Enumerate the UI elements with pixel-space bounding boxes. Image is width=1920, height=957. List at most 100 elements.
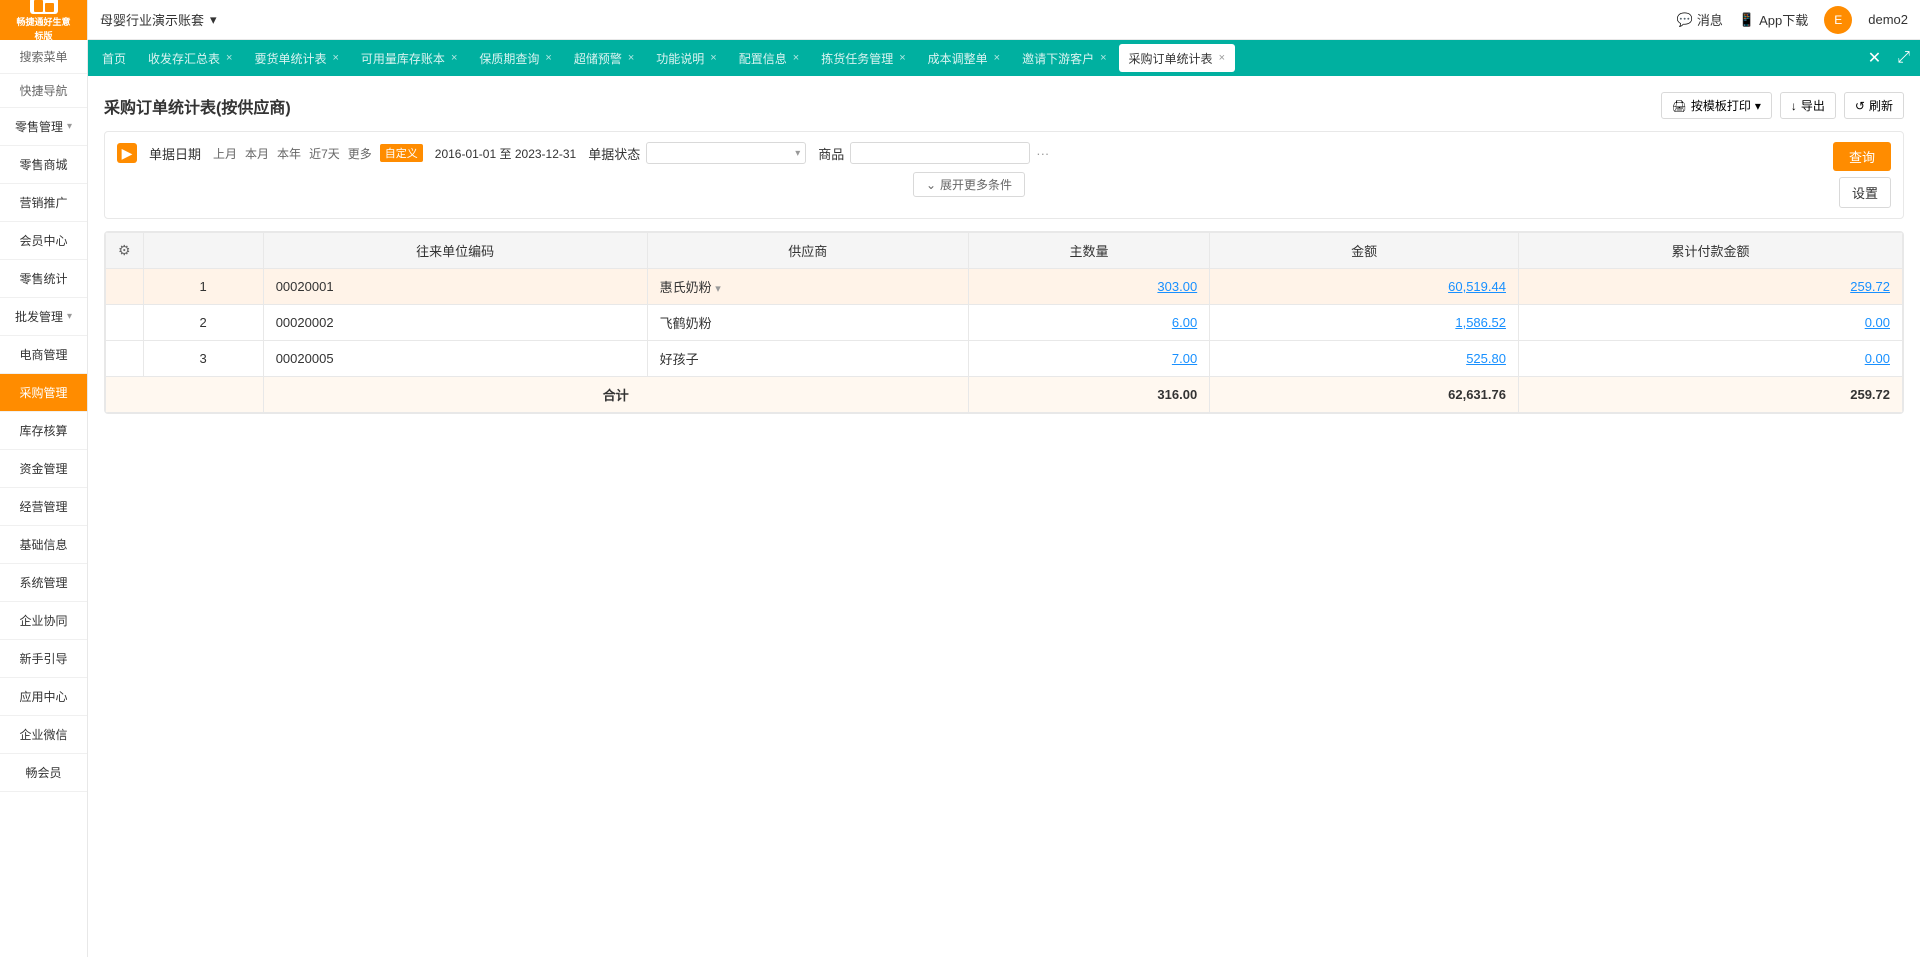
- sidebar-item-operations[interactable]: 经营管理: [0, 488, 87, 526]
- sidebar-quick-nav[interactable]: 快捷导航: [0, 74, 87, 108]
- footer-label: 合计: [263, 377, 968, 413]
- status-filter-field: 单据状态 ▾: [588, 142, 806, 164]
- sidebar-item-wholesale-mgmt[interactable]: 批发管理 ▾: [0, 298, 87, 336]
- tab-close-icon[interactable]: ×: [710, 52, 716, 64]
- sidebar-search[interactable]: 搜索菜单: [0, 40, 87, 74]
- tab-function-desc[interactable]: 功能说明 ×: [646, 44, 726, 72]
- expand-conditions-button[interactable]: ⌄ 展开更多条件: [913, 172, 1025, 197]
- sidebar-item-label: 新手引导: [19, 650, 67, 667]
- tab-config-info[interactable]: 配置信息 ×: [729, 44, 809, 72]
- tab-close-icon[interactable]: ×: [994, 52, 1000, 64]
- shortcut-more[interactable]: 更多: [348, 145, 372, 162]
- refresh-button[interactable]: ↺ 刷新: [1844, 92, 1904, 119]
- tab-close-icon[interactable]: ×: [1219, 52, 1225, 64]
- tab-shelf-life[interactable]: 保质期查询 ×: [469, 44, 561, 72]
- app-download-button[interactable]: 📱 App下载: [1739, 10, 1808, 29]
- refresh-label: 刷新: [1869, 97, 1893, 114]
- user-avatar[interactable]: E: [1824, 6, 1852, 34]
- status-select[interactable]: [646, 142, 806, 164]
- row-amount: 60,519.44: [1210, 269, 1519, 305]
- goods-input[interactable]: [850, 142, 1030, 164]
- tab-close-icon[interactable]: ×: [226, 52, 232, 64]
- filter-toggle-button[interactable]: ▶: [117, 143, 137, 163]
- sidebar-item-retail-shop[interactable]: 零售商城: [0, 146, 87, 184]
- data-table-wrap: ⚙ 往来单位编码 供应商 主数量 金额 累计付款金额 1 000200: [104, 231, 1904, 414]
- tab-usable-inventory[interactable]: 可用量库存账本 ×: [351, 44, 467, 72]
- message-button[interactable]: 💬 消息: [1677, 10, 1723, 29]
- tab-close-icon[interactable]: ×: [628, 52, 634, 64]
- sidebar-item-ecommerce[interactable]: 电商管理: [0, 336, 87, 374]
- sidebar-item-label: 批发管理: [15, 308, 63, 325]
- sidebar-item-newbie-guide[interactable]: 新手引导: [0, 640, 87, 678]
- tab-close-icon[interactable]: ×: [545, 52, 551, 64]
- tab-close-icon[interactable]: ×: [451, 52, 457, 64]
- shortcut-7days[interactable]: 近7天: [309, 145, 340, 162]
- tab-label: 可用量库存账本: [361, 50, 445, 67]
- custom-badge: 自定义: [380, 144, 423, 162]
- tab-close-icon[interactable]: ×: [793, 52, 799, 64]
- row-gear-cell: [106, 305, 144, 341]
- tab-invite-downstream[interactable]: 邀请下游客户 ×: [1012, 44, 1116, 72]
- tab-pick-task[interactable]: 拣货任务管理 ×: [811, 44, 915, 72]
- tab-label: 首页: [102, 50, 126, 67]
- user-name[interactable]: demo2: [1868, 12, 1908, 27]
- tab-order-stats[interactable]: 要货单统计表 ×: [244, 44, 348, 72]
- sidebar-item-label: 营销推广: [19, 194, 67, 211]
- main-area: 母婴行业演示账套 ▾ 💬 消息 📱 App下载 E demo2 首页 收发存汇总…: [88, 0, 1920, 957]
- row-unit-code: 00020001: [263, 269, 647, 305]
- sidebar-item-purchase-mgmt[interactable]: 采购管理: [0, 374, 87, 412]
- col-paid-header: 累计付款金额: [1518, 233, 1902, 269]
- sidebar-item-marketing[interactable]: 营销推广: [0, 184, 87, 222]
- sidebar-item-enterprise-collab[interactable]: 企业协同: [0, 602, 87, 640]
- row-supplier: 惠氏奶粉 ▾: [647, 269, 968, 305]
- table-row[interactable]: 1 00020001 惠氏奶粉 ▾ 303.00 60,519.44 259.7…: [106, 269, 1903, 305]
- query-button[interactable]: 查询: [1833, 142, 1891, 171]
- shortcut-this-year[interactable]: 本年: [277, 145, 301, 162]
- col-qty-header: 主数量: [968, 233, 1209, 269]
- tab-label: 采购订单统计表: [1129, 50, 1213, 67]
- tab-expand-button[interactable]: ⤢: [1891, 46, 1916, 70]
- tab-label: 邀请下游客户: [1022, 50, 1094, 67]
- tab-close-icon[interactable]: ×: [1100, 52, 1106, 64]
- tab-receive-send-summary[interactable]: 收发存汇总表 ×: [138, 44, 242, 72]
- table-row[interactable]: 2 00020002 飞鹤奶粉 6.00 1,586.52 0.00: [106, 305, 1903, 341]
- tab-overstock[interactable]: 超储预警 ×: [564, 44, 644, 72]
- sidebar-item-label: 应用中心: [19, 688, 67, 705]
- sidebar-item-label: 零售管理: [15, 118, 63, 135]
- tab-label: 收发存汇总表: [148, 50, 220, 67]
- col-gear: ⚙: [106, 233, 144, 269]
- tab-purchase-order-stats[interactable]: 采购订单统计表 ×: [1119, 44, 1235, 72]
- export-button[interactable]: ↓ 导出: [1780, 92, 1836, 119]
- sidebar-item-member[interactable]: 会员中心: [0, 222, 87, 260]
- tab-close-icon[interactable]: ×: [332, 52, 338, 64]
- row-index: 1: [143, 269, 263, 305]
- tab-close-all-button[interactable]: ✕: [1862, 46, 1887, 70]
- sidebar-item-retail-stats[interactable]: 零售统计: [0, 260, 87, 298]
- tab-close-icon[interactable]: ×: [899, 52, 905, 64]
- row-amount: 525.80: [1210, 341, 1519, 377]
- tab-home[interactable]: 首页: [92, 44, 136, 72]
- col-amount-header: 金额: [1210, 233, 1519, 269]
- settings-button[interactable]: 设置: [1839, 177, 1891, 208]
- sidebar-item-basic-info[interactable]: 基础信息: [0, 526, 87, 564]
- sidebar-item-label: 经营管理: [19, 498, 67, 515]
- sidebar-item-finance[interactable]: 资金管理: [0, 450, 87, 488]
- footer-amount: 62,631.76: [1210, 377, 1519, 413]
- print-button[interactable]: 🖨 按模板打印 ▾: [1661, 92, 1772, 119]
- goods-label: 商品: [818, 144, 844, 163]
- tab-cost-adjustment[interactable]: 成本调整单 ×: [918, 44, 1010, 72]
- sidebar-item-inventory[interactable]: 库存核算: [0, 412, 87, 450]
- table-row[interactable]: 3 00020005 好孩子 7.00 525.80 0.00: [106, 341, 1903, 377]
- status-label: 单据状态: [588, 144, 640, 163]
- more-options-icon[interactable]: ···: [1036, 146, 1049, 161]
- sidebar-item-app-center[interactable]: 应用中心: [0, 678, 87, 716]
- row-index: 3: [143, 341, 263, 377]
- filter-query-section: ▶ 单据日期 上月 本月 本年 近7天 更多 自定义 20: [117, 142, 1891, 208]
- shortcut-last-month[interactable]: 上月: [213, 145, 237, 162]
- sidebar-item-retail-mgmt[interactable]: 零售管理 ▾: [0, 108, 87, 146]
- sidebar-item-enterprise-wechat[interactable]: 企业微信: [0, 716, 87, 754]
- shortcut-this-month[interactable]: 本月: [245, 145, 269, 162]
- sidebar-item-member-service[interactable]: 畅会员: [0, 754, 87, 792]
- column-settings-button[interactable]: ⚙: [118, 242, 131, 259]
- sidebar-item-system-mgmt[interactable]: 系统管理: [0, 564, 87, 602]
